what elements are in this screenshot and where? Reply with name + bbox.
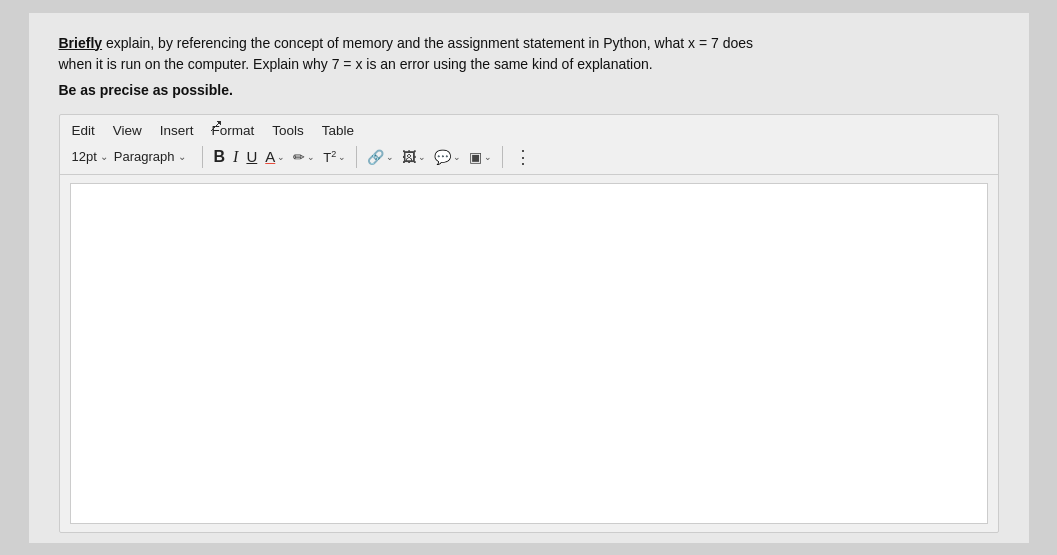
link-button[interactable]: 🔗 ⌄ xyxy=(364,147,397,167)
font-size-selector[interactable]: 12pt ⌄ xyxy=(72,149,108,164)
menu-view[interactable]: View xyxy=(113,123,142,138)
comment-icon: 💬 xyxy=(434,149,451,165)
menu-edit[interactable]: Edit xyxy=(72,123,95,138)
image-button[interactable]: 🖼 ⌄ xyxy=(399,147,429,167)
font-size-chevron: ⌄ xyxy=(100,151,108,162)
superscript-button[interactable]: T2 ⌄ xyxy=(320,147,349,167)
underline-button[interactable]: U xyxy=(243,146,260,167)
editor-wrapper: Edit View Insert Format Tools Table ⭧ 12… xyxy=(59,114,999,533)
text-color-button[interactable]: A ⌄ xyxy=(262,146,288,167)
more-icon: ⋮ xyxy=(514,146,532,168)
comment-chevron: ⌄ xyxy=(453,152,461,162)
editor-content-area[interactable] xyxy=(70,183,988,524)
link-chevron: ⌄ xyxy=(386,152,394,162)
italic-button[interactable]: I xyxy=(230,146,241,168)
bold-button[interactable]: B xyxy=(211,146,229,168)
briefly-text: Briefly xyxy=(59,35,103,51)
link-icon: 🔗 xyxy=(367,149,384,165)
be-precise-text: Be as precise as possible. xyxy=(59,82,999,98)
highlight-button[interactable]: ✏ ⌄ xyxy=(290,147,318,167)
toolbar-divider-3 xyxy=(502,146,503,168)
more-options-button[interactable]: ⋮ xyxy=(510,146,536,168)
comment-button[interactable]: 💬 ⌄ xyxy=(431,147,464,167)
menu-bar: Edit View Insert Format Tools Table ⭧ xyxy=(60,115,998,142)
image-chevron: ⌄ xyxy=(418,152,426,162)
image-icon: 🖼 xyxy=(402,149,416,165)
paragraph-selector[interactable]: Paragraph ⌄ xyxy=(114,149,186,164)
toolbar: 12pt ⌄ Paragraph ⌄ B I U xyxy=(60,142,998,175)
toolbar-divider-2 xyxy=(356,146,357,168)
menu-tools[interactable]: Tools xyxy=(272,123,304,138)
text-color-a: A xyxy=(265,148,275,165)
paragraph-label: Paragraph xyxy=(114,149,175,164)
paragraph-chevron: ⌄ xyxy=(178,151,186,162)
block-chevron: ⌄ xyxy=(484,152,492,162)
highlight-chevron: ⌄ xyxy=(307,152,315,162)
line2-text: when it is run on the computer. Explain … xyxy=(59,56,653,72)
highlight-icon: ✏ xyxy=(293,149,305,165)
question-text: Briefly explain, by referencing the conc… xyxy=(59,33,999,76)
cursor-icon: ⭧ xyxy=(208,117,224,135)
font-size-value: 12pt xyxy=(72,149,97,164)
block-button[interactable]: ▣ ⌄ xyxy=(466,147,495,167)
doc-icon: ▣ xyxy=(469,149,482,165)
page-container: Briefly explain, by referencing the conc… xyxy=(29,13,1029,543)
superscript-label: T2 xyxy=(323,149,336,165)
line1-text: explain, by referencing the concept of m… xyxy=(102,35,753,51)
menu-insert[interactable]: Insert xyxy=(160,123,194,138)
format-buttons: B I U A ⌄ ✏ ⌄ xyxy=(211,146,537,168)
superscript-chevron: ⌄ xyxy=(338,152,346,162)
menu-table[interactable]: Table xyxy=(322,123,354,138)
toolbar-divider-1 xyxy=(202,146,203,168)
text-color-chevron: ⌄ xyxy=(277,152,285,162)
